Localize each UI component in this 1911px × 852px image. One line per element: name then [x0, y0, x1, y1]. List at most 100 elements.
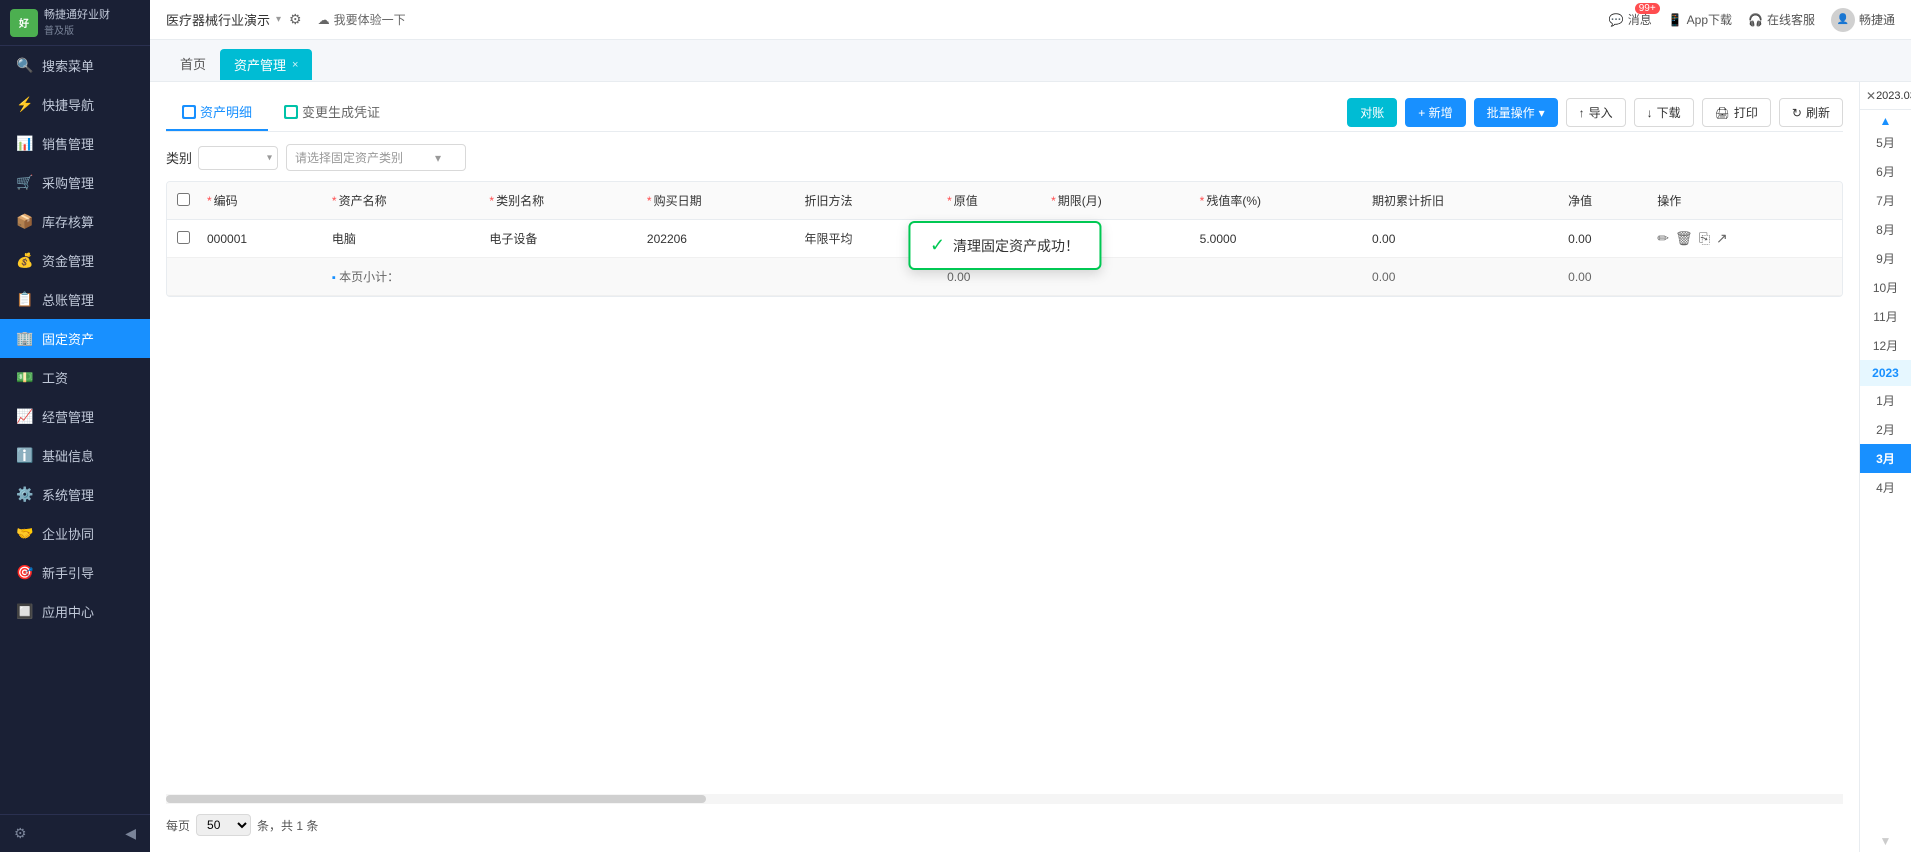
toast-message: 清理固定资产成功！: [953, 236, 1079, 256]
batch-ops-button[interactable]: 批量操作 ▾: [1474, 98, 1558, 127]
sidebar-item-purchase[interactable]: 🛒 采购管理: [0, 163, 150, 202]
print-button[interactable]: 🖨 打印: [1702, 98, 1771, 127]
per-page-select[interactable]: 50 100: [196, 814, 251, 836]
col-original-value: *原值: [939, 182, 1043, 220]
sidebar-item-sales[interactable]: 📊 销售管理: [0, 124, 150, 163]
asset-detail-icon: [182, 105, 196, 119]
refresh-icon: ↻: [1792, 106, 1802, 120]
online-service-label: 在线客服: [1767, 11, 1815, 28]
sidebar-item-guide[interactable]: 🎯 新手引导: [0, 553, 150, 592]
sidebar-item-search[interactable]: 🔍 搜索菜单: [0, 46, 150, 85]
download-icon2: ↓: [1647, 106, 1653, 120]
horizontal-scrollbar[interactable]: [166, 794, 1843, 804]
refresh-button[interactable]: ↻ 刷新: [1779, 98, 1843, 127]
month-11[interactable]: 11月: [1860, 302, 1911, 331]
sidebar: 好 畅捷通好业财 普及版 🔍 搜索菜单 ⚡ 快捷导航 📊 销售管理 🛒 采购管理…: [0, 0, 150, 852]
sidebar-item-label: 资金管理: [42, 251, 94, 270]
sidebar-item-fixed-assets[interactable]: 🏢 固定资产: [0, 319, 150, 358]
table-header-row: *编码 *资产名称 *类别名称 *购买日期 折旧方法 *原值 *期限(月) *残…: [167, 182, 1842, 220]
import-button[interactable]: ↑ 导入: [1566, 98, 1626, 127]
sidebar-item-label: 基础信息: [42, 446, 94, 465]
month-scroll-up-icon[interactable]: ▲: [1880, 114, 1892, 128]
sidebar-item-ledger[interactable]: 📋 总账管理: [0, 280, 150, 319]
reconcile-button[interactable]: 对账: [1347, 98, 1397, 127]
download-button[interactable]: ↓ 下载: [1634, 98, 1694, 127]
month-2[interactable]: 2月: [1860, 415, 1911, 444]
message-button[interactable]: 💬 消息 99+: [1609, 11, 1652, 28]
sidebar-item-label: 企业协同: [42, 524, 94, 543]
subtabs: 资产明细 变更生成凭证 对账 + 新增 批量操作 ▾ ↑: [166, 94, 1843, 132]
sidebar-item-payroll[interactable]: 💵 工资: [0, 358, 150, 397]
subtab-voucher-change[interactable]: 变更生成凭证: [268, 94, 396, 131]
row-checkbox[interactable]: [177, 231, 190, 244]
sidebar-item-operations[interactable]: 📈 经营管理: [0, 397, 150, 436]
scrollbar-thumb[interactable]: [166, 795, 706, 803]
sidebar-item-apps[interactable]: 🔲 应用中心: [0, 592, 150, 631]
row-opening-depreciation: 0.00: [1364, 220, 1560, 258]
import-icon: ↑: [1579, 106, 1585, 120]
user-menu[interactable]: 👤 畅捷通: [1831, 8, 1895, 32]
settings-icon[interactable]: ⚙: [14, 825, 27, 842]
app-name: 畅捷通好业财: [44, 8, 110, 22]
month-8[interactable]: 8月: [1860, 215, 1911, 244]
sidebar-item-basic-info[interactable]: ℹ️ 基础信息: [0, 436, 150, 475]
message-badge: 99+: [1635, 3, 1660, 14]
month-scroll-down-icon[interactable]: ▼: [1880, 834, 1892, 848]
month-4[interactable]: 4月: [1860, 473, 1911, 502]
sidebar-item-quicknav[interactable]: ⚡ 快捷导航: [0, 85, 150, 124]
tab-home[interactable]: 首页: [166, 48, 220, 81]
voucher-icon: [284, 105, 298, 119]
new-button[interactable]: + 新增: [1405, 98, 1465, 127]
sidebar-item-funds[interactable]: 💰 资金管理: [0, 241, 150, 280]
col-checkbox: [167, 182, 199, 220]
experience-button[interactable]: ☁ 我要体验一下: [318, 11, 406, 28]
row-asset-name: 电脑: [324, 220, 482, 258]
collapse-icon[interactable]: ◀: [125, 825, 136, 842]
month-5[interactable]: 5月: [1860, 128, 1911, 157]
close-panel-icon[interactable]: ✕: [1866, 89, 1876, 103]
row-actions-cell: ✏ 🗑 ⎘ ↗: [1649, 220, 1842, 258]
month-1[interactable]: 1月: [1860, 386, 1911, 415]
app-download-button[interactable]: 📱 App下载: [1668, 11, 1732, 28]
edit-icon[interactable]: ✏: [1657, 230, 1669, 247]
tab-asset-management[interactable]: 资产管理 ×: [220, 49, 312, 80]
sidebar-item-label: 应用中心: [42, 602, 94, 621]
search-icon: 🔍: [16, 57, 34, 75]
subtab-asset-detail[interactable]: 资产明细: [166, 94, 268, 131]
row-purchase-date: 202206: [639, 220, 797, 258]
sales-icon: 📊: [16, 135, 34, 153]
month-12[interactable]: 12月: [1860, 331, 1911, 360]
company-selector[interactable]: 医疗器械行业演示 ▾: [166, 10, 281, 29]
month-9[interactable]: 9月: [1860, 244, 1911, 273]
sidebar-item-label: 经营管理: [42, 407, 94, 426]
asset-category-filter[interactable]: 请选择固定资产类别 ▾: [286, 144, 466, 171]
col-purchase-date: *购买日期: [639, 182, 797, 220]
sidebar-item-label: 库存核算: [42, 212, 94, 231]
subtotal-net: 0.00: [1560, 258, 1649, 296]
month-6[interactable]: 6月: [1860, 157, 1911, 186]
online-service-button[interactable]: 🎧 在线客服: [1748, 11, 1815, 28]
row-actions: ✏ 🗑 ⎘ ↗: [1657, 230, 1834, 247]
topbar-right: 💬 消息 99+ 📱 App下载 🎧 在线客服 👤 畅捷通: [1609, 8, 1895, 32]
category-select[interactable]: [198, 146, 278, 170]
company-arrow-icon: ▾: [276, 14, 281, 25]
topbar-settings-icon[interactable]: ⚙: [289, 11, 302, 28]
col-residual-rate: *残值率(%): [1192, 182, 1364, 220]
copy-icon[interactable]: ⎘: [1699, 230, 1710, 247]
month-3-active[interactable]: 3月: [1860, 444, 1911, 473]
delete-icon[interactable]: 🗑: [1675, 230, 1693, 247]
apps-icon: 🔲: [16, 603, 34, 621]
sidebar-item-enterprise[interactable]: 🤝 企业协同: [0, 514, 150, 553]
fixed-assets-icon: 🏢: [16, 330, 34, 348]
sidebar-item-system[interactable]: ⚙️ 系统管理: [0, 475, 150, 514]
sidebar-item-inventory[interactable]: 📦 库存核算: [0, 202, 150, 241]
category-select-wrapper: [198, 146, 278, 170]
month-7[interactable]: 7月: [1860, 186, 1911, 215]
row-net-value: 0.00: [1560, 220, 1649, 258]
row-category-name: 电子设备: [481, 220, 639, 258]
more-icon[interactable]: ↗: [1716, 230, 1728, 247]
month-10[interactable]: 10月: [1860, 273, 1911, 302]
col-opening-depreciation: 期初累计折旧: [1364, 182, 1560, 220]
tab-close-icon[interactable]: ×: [292, 59, 298, 71]
select-all-checkbox[interactable]: [177, 193, 190, 206]
